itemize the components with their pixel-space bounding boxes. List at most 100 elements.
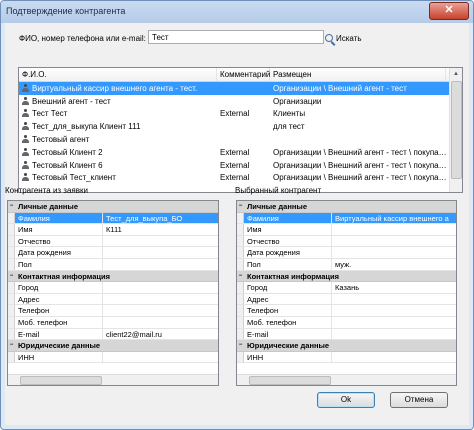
left-property-grid[interactable]: − Личные данные Фамилия Тест_для_выкупа_БО И…	[7, 200, 219, 386]
left-grid-hscrollbar[interactable]	[8, 374, 218, 385]
property-value[interactable]	[332, 294, 456, 305]
property-name: Город	[15, 282, 103, 293]
property-value[interactable]: К111	[103, 224, 218, 235]
grid-row[interactable]: Имя	[237, 224, 456, 236]
row-location: Организации \ Внешний агент - тест	[273, 83, 407, 93]
property-value[interactable]	[103, 259, 218, 270]
property-value[interactable]	[332, 329, 456, 340]
grid-row[interactable]: ИНН	[237, 351, 456, 364]
property-value[interactable]	[332, 352, 456, 363]
grid-row[interactable]: Моб. телефон	[237, 316, 456, 329]
list-row[interactable]: Внешний агент - тест Организации	[19, 95, 462, 108]
category-title: Контактная информация	[247, 271, 340, 281]
grid-row[interactable]: Телефон	[8, 305, 218, 317]
right-property-grid[interactable]: − Личные данные Фамилия Виртуальный кассир …	[236, 200, 457, 386]
grid-row[interactable]: Имя К111	[8, 224, 218, 236]
counterparty-list[interactable]: Ф.И.О. Комментарий Размещен Виртуальный …	[18, 67, 463, 193]
collapse-icon[interactable]: −	[237, 201, 244, 212]
grid-category[interactable]: − Контактная информация	[237, 270, 456, 283]
grid-row[interactable]: ИНН	[8, 351, 218, 364]
list-scrollbar[interactable]: ▲	[449, 68, 462, 192]
column-header-comment[interactable]: Комментарий	[217, 68, 270, 81]
grid-row[interactable]: Телефон	[237, 305, 456, 317]
list-row[interactable]: Тестовый Клиент 2 External Организации \ В…	[19, 146, 462, 159]
grid-row[interactable]: Моб. телефон	[8, 316, 218, 329]
property-value[interactable]	[103, 305, 218, 316]
search-input[interactable]	[148, 30, 324, 44]
list-row[interactable]: Тестовый агент	[19, 133, 462, 146]
collapse-icon[interactable]: −	[8, 201, 15, 212]
person-icon	[22, 83, 29, 92]
row-margin	[8, 293, 15, 305]
grid-row[interactable]: Город Казань	[237, 282, 456, 294]
property-value[interactable]	[103, 282, 218, 293]
grid-row[interactable]: Адрес	[8, 293, 218, 306]
list-row[interactable]: Виртуальный кассир внешнего агента - тес…	[19, 82, 462, 95]
collapse-icon[interactable]: −	[237, 270, 244, 282]
scroll-thumb[interactable]	[451, 81, 462, 179]
property-value[interactable]: муж.	[332, 259, 456, 270]
row-name-cell: Тест Тест	[19, 109, 217, 118]
grid-category[interactable]: − Контактная информация	[8, 270, 218, 283]
row-name: Виртуальный кассир внешнего агента - тес…	[32, 83, 198, 93]
grid-row[interactable]: E-mail client22@mail.ru	[8, 328, 218, 341]
collapse-icon[interactable]: −	[8, 340, 15, 351]
list-row[interactable]: Тест_для_выкупа Клиент 111 для тест	[19, 120, 462, 133]
property-name: Отчество	[15, 235, 103, 247]
property-value[interactable]	[103, 317, 218, 328]
grid-row[interactable]: E-mail	[237, 328, 456, 341]
list-row[interactable]: Тестовый Клиент 6 External Организации \ В…	[19, 159, 462, 172]
cancel-button[interactable]: Отмена	[390, 392, 448, 408]
grid-category[interactable]: − Личные данные	[8, 201, 218, 213]
row-location: Организации	[273, 96, 322, 106]
grid-row[interactable]: Фамилия Виртуальный кассир внешнего а	[237, 212, 456, 225]
grid-category[interactable]: − Юридические данные	[237, 340, 456, 352]
property-value[interactable]	[332, 224, 456, 235]
property-value[interactable]: Тест_для_выкупа_БО	[103, 212, 218, 224]
row-margin	[237, 235, 244, 247]
grid-row[interactable]: Отчество	[237, 235, 456, 248]
property-value[interactable]: Казань	[332, 282, 456, 293]
grid-row[interactable]: Дата рождения	[237, 247, 456, 259]
list-row[interactable]: Тестовый Тест_клиент External Организации …	[19, 172, 462, 185]
property-value[interactable]	[332, 247, 456, 258]
grid-row[interactable]: Адрес	[237, 293, 456, 306]
property-name: Моб. телефон	[15, 316, 103, 328]
collapse-icon[interactable]: −	[8, 270, 15, 282]
collapse-icon[interactable]: −	[237, 340, 244, 351]
scroll-up-arrow-icon[interactable]: ▲	[450, 68, 462, 80]
grid-row[interactable]: Пол	[8, 258, 218, 271]
grid-row[interactable]: Город	[8, 282, 218, 294]
column-header-name[interactable]: Ф.И.О.	[19, 68, 217, 81]
hscroll-thumb[interactable]	[249, 376, 331, 385]
property-value[interactable]	[332, 305, 456, 316]
property-value[interactable]	[103, 236, 218, 247]
row-margin	[8, 235, 15, 247]
property-value[interactable]	[332, 236, 456, 247]
search-button[interactable]: Искать	[325, 31, 362, 45]
property-value[interactable]	[103, 294, 218, 305]
close-button[interactable]: ✕	[429, 2, 469, 20]
right-grid-hscrollbar[interactable]	[237, 374, 456, 385]
list-row[interactable]: Тест Тест External Клиенты	[19, 108, 462, 121]
property-value[interactable]	[332, 317, 456, 328]
column-header-location[interactable]: Размещен	[270, 68, 446, 81]
property-value[interactable]	[103, 247, 218, 258]
row-margin	[237, 316, 244, 328]
ok-button[interactable]: Ok	[317, 392, 375, 408]
row-name: Тестовый агент	[32, 135, 90, 145]
property-name: Фамилия	[15, 212, 103, 224]
property-value[interactable]: client22@mail.ru	[103, 329, 218, 340]
grid-row[interactable]: Дата рождения	[8, 247, 218, 259]
row-margin	[237, 282, 244, 293]
grid-category[interactable]: − Личные данные	[237, 201, 456, 213]
grid-row[interactable]: Фамилия Тест_для_выкупа_БО	[8, 212, 218, 225]
row-name: Тест Тест	[32, 109, 68, 119]
grid-category[interactable]: − Юридические данные	[8, 340, 218, 352]
property-value[interactable]: Виртуальный кассир внешнего а	[332, 212, 456, 224]
grid-row[interactable]: Отчество	[8, 235, 218, 248]
hscroll-thumb[interactable]	[20, 376, 102, 385]
property-name: ИНН	[244, 351, 332, 363]
grid-row[interactable]: Пол муж.	[237, 258, 456, 271]
property-value[interactable]	[103, 352, 218, 363]
